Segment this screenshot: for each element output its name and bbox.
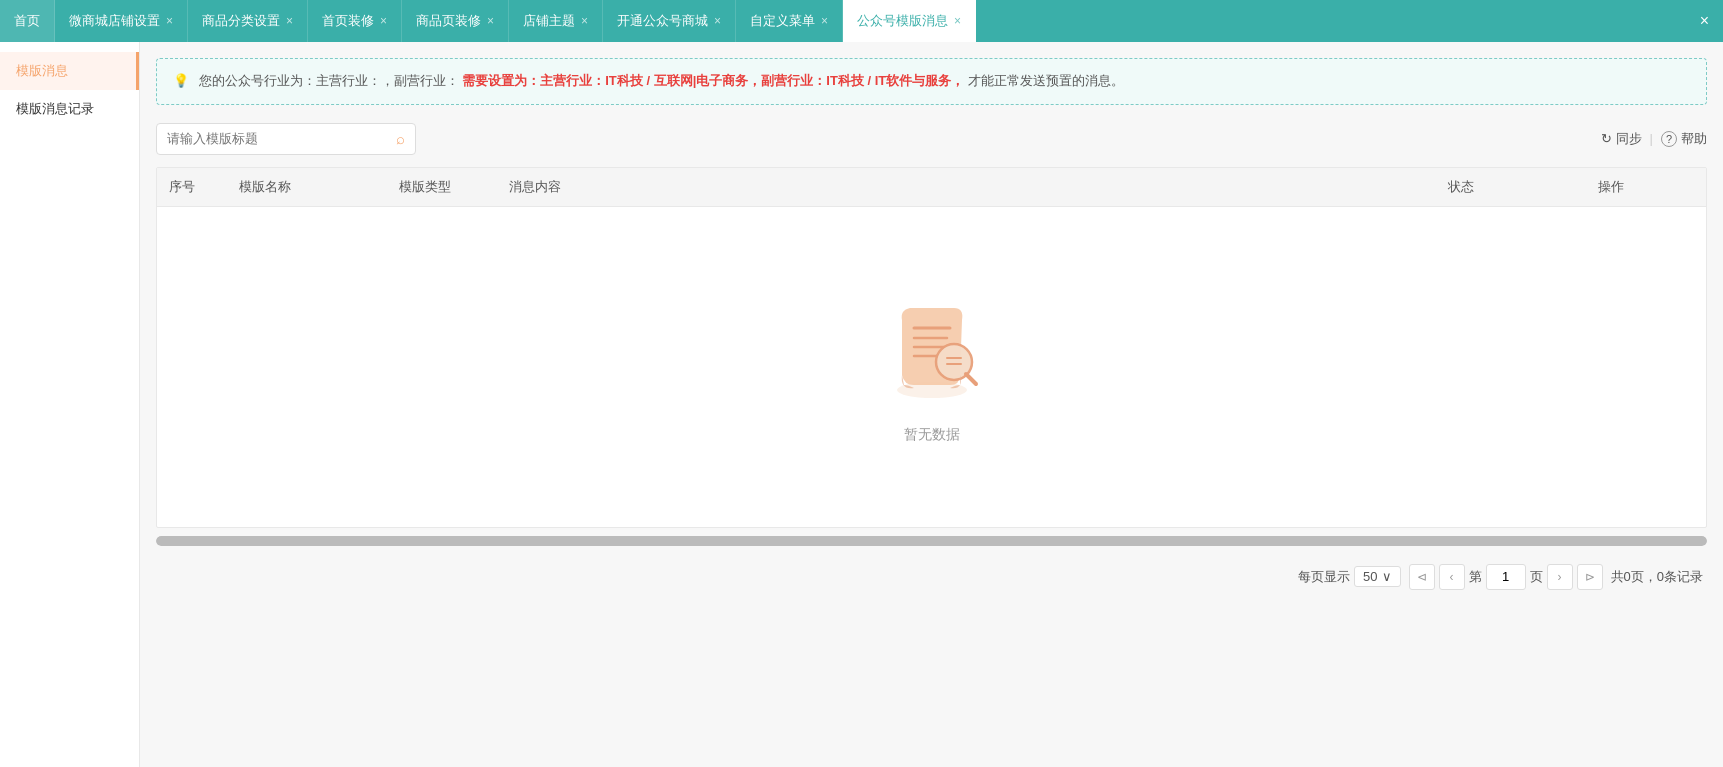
current-page-input[interactable] xyxy=(1486,564,1526,590)
close-templatemsg-icon[interactable]: × xyxy=(954,14,961,28)
sidebar-item-template[interactable]: 模版消息 xyxy=(0,52,139,90)
help-icon: ? xyxy=(1661,131,1677,147)
sync-icon: ↻ xyxy=(1601,131,1612,146)
tab-home-label: 首页 xyxy=(14,12,40,30)
sync-label: 同步 xyxy=(1616,130,1642,148)
last-page-button[interactable]: ⊳ xyxy=(1577,564,1603,590)
sidebar-item-record[interactable]: 模版消息记录 xyxy=(0,90,139,128)
tab-weshop[interactable]: 微商城店铺设置 × xyxy=(55,0,188,42)
notice-suffix: 才能正常发送预置的消息。 xyxy=(968,73,1124,88)
search-input-wrap[interactable]: ⌕ xyxy=(156,123,416,155)
close-theme-icon[interactable]: × xyxy=(581,14,588,28)
empty-state-illustration xyxy=(872,290,992,410)
tab-theme-label: 店铺主题 xyxy=(523,12,575,30)
table-body: 暂无数据 xyxy=(157,207,1706,527)
sync-button[interactable]: ↻ 同步 xyxy=(1601,130,1642,148)
tab-templatemsg-label: 公众号模版消息 xyxy=(857,12,948,30)
close-custommenu-icon[interactable]: × xyxy=(821,14,828,28)
close-weshop-icon[interactable]: × xyxy=(166,14,173,28)
tab-theme[interactable]: 店铺主题 × xyxy=(509,0,603,42)
first-page-icon: ⊲ xyxy=(1417,570,1427,584)
tab-mall[interactable]: 开通公众号商城 × xyxy=(603,0,736,42)
last-page-icon: ⊳ xyxy=(1585,570,1595,584)
page-navigation: ⊲ ‹ 第 页 › ⊳ xyxy=(1409,564,1603,590)
col-type: 模版类型 xyxy=(387,168,497,206)
tab-mall-label: 开通公众号商城 xyxy=(617,12,708,30)
tab-templatemsg[interactable]: 公众号模版消息 × xyxy=(843,0,976,42)
horizontal-scrollbar[interactable] xyxy=(156,536,1707,546)
tab-weshop-label: 微商城店铺设置 xyxy=(69,12,160,30)
next-page-button[interactable]: › xyxy=(1547,564,1573,590)
tab-category[interactable]: 商品分类设置 × xyxy=(188,0,308,42)
page-size-chevron-icon: ∨ xyxy=(1382,569,1392,584)
sidebar-item-template-label: 模版消息 xyxy=(16,63,68,78)
page-total: 共0页，0条记录 xyxy=(1611,568,1703,586)
content-area: 💡 您的公众号行业为：主营行业：，副营行业： 需要设置为：主营行业：IT科技 /… xyxy=(140,42,1723,767)
sidebar: 模版消息 模版消息记录 xyxy=(0,42,140,767)
page-input-wrap: 第 页 xyxy=(1469,564,1543,590)
tab-homepage-label: 首页装修 xyxy=(322,12,374,30)
close-all-button[interactable]: × xyxy=(1686,12,1723,30)
tab-product[interactable]: 商品页装修 × xyxy=(402,0,509,42)
top-navigation: 首页 微商城店铺设置 × 商品分类设置 × 首页装修 × 商品页装修 × 店铺主… xyxy=(0,0,1723,42)
page-size-dropdown[interactable]: 50 ∨ xyxy=(1354,566,1400,587)
scrollbar-thumb xyxy=(156,536,1707,546)
svg-line-6 xyxy=(966,374,976,384)
notice-box: 💡 您的公众号行业为：主营行业：，副营行业： 需要设置为：主营行业：IT科技 /… xyxy=(156,58,1707,105)
close-mall-icon[interactable]: × xyxy=(714,14,721,28)
tab-custommenu-label: 自定义菜单 xyxy=(750,12,815,30)
toolbar-right: ↻ 同步 | ? 帮助 xyxy=(1601,130,1707,148)
page-size-select: 每页显示 50 ∨ xyxy=(1298,566,1400,587)
col-action: 操作 xyxy=(1586,168,1706,206)
col-seq: 序号 xyxy=(157,168,227,206)
help-label: 帮助 xyxy=(1681,130,1707,148)
page-size-value: 50 xyxy=(1363,569,1377,584)
notice-bulb-icon: 💡 xyxy=(173,73,189,88)
search-icon[interactable]: ⌕ xyxy=(396,130,405,147)
notice-prefix: 您的公众号行业为：主营行业：，副营行业： xyxy=(199,73,459,88)
empty-text: 暂无数据 xyxy=(904,426,960,444)
col-status: 状态 xyxy=(1436,168,1586,206)
page-unit: 页 xyxy=(1530,568,1543,586)
toolbar-divider: | xyxy=(1650,131,1653,146)
close-category-icon[interactable]: × xyxy=(286,14,293,28)
search-input[interactable] xyxy=(167,131,396,146)
tab-product-label: 商品页装修 xyxy=(416,12,481,30)
tab-category-label: 商品分类设置 xyxy=(202,12,280,30)
current-page-label: 第 xyxy=(1469,568,1482,586)
main-layout: 模版消息 模版消息记录 💡 您的公众号行业为：主营行业：，副营行业： 需要设置为… xyxy=(0,42,1723,767)
prev-page-icon: ‹ xyxy=(1450,570,1454,584)
close-product-icon[interactable]: × xyxy=(487,14,494,28)
prev-page-button[interactable]: ‹ xyxy=(1439,564,1465,590)
search-bar: ⌕ ↻ 同步 | ? 帮助 xyxy=(156,123,1707,155)
table-header: 序号 模版名称 模版类型 消息内容 状态 操作 xyxy=(157,168,1706,207)
close-homepage-icon[interactable]: × xyxy=(380,14,387,28)
col-name: 模版名称 xyxy=(227,168,387,206)
tab-home[interactable]: 首页 xyxy=(0,0,55,42)
col-content: 消息内容 xyxy=(497,168,1436,206)
help-button[interactable]: ? 帮助 xyxy=(1661,130,1707,148)
tab-homepage[interactable]: 首页装修 × xyxy=(308,0,402,42)
notice-highlight: 需要设置为：主营行业：IT科技 / 互联网|电子商务，副营行业：IT科技 / I… xyxy=(462,73,964,88)
data-table: 序号 模版名称 模版类型 消息内容 状态 操作 xyxy=(156,167,1707,528)
first-page-button[interactable]: ⊲ xyxy=(1409,564,1435,590)
sidebar-item-record-label: 模版消息记录 xyxy=(16,101,94,116)
tab-custommenu[interactable]: 自定义菜单 × xyxy=(736,0,843,42)
next-page-icon: › xyxy=(1558,570,1562,584)
pagination: 每页显示 50 ∨ ⊲ ‹ 第 页 › xyxy=(156,558,1707,596)
page-size-label: 每页显示 xyxy=(1298,568,1350,586)
